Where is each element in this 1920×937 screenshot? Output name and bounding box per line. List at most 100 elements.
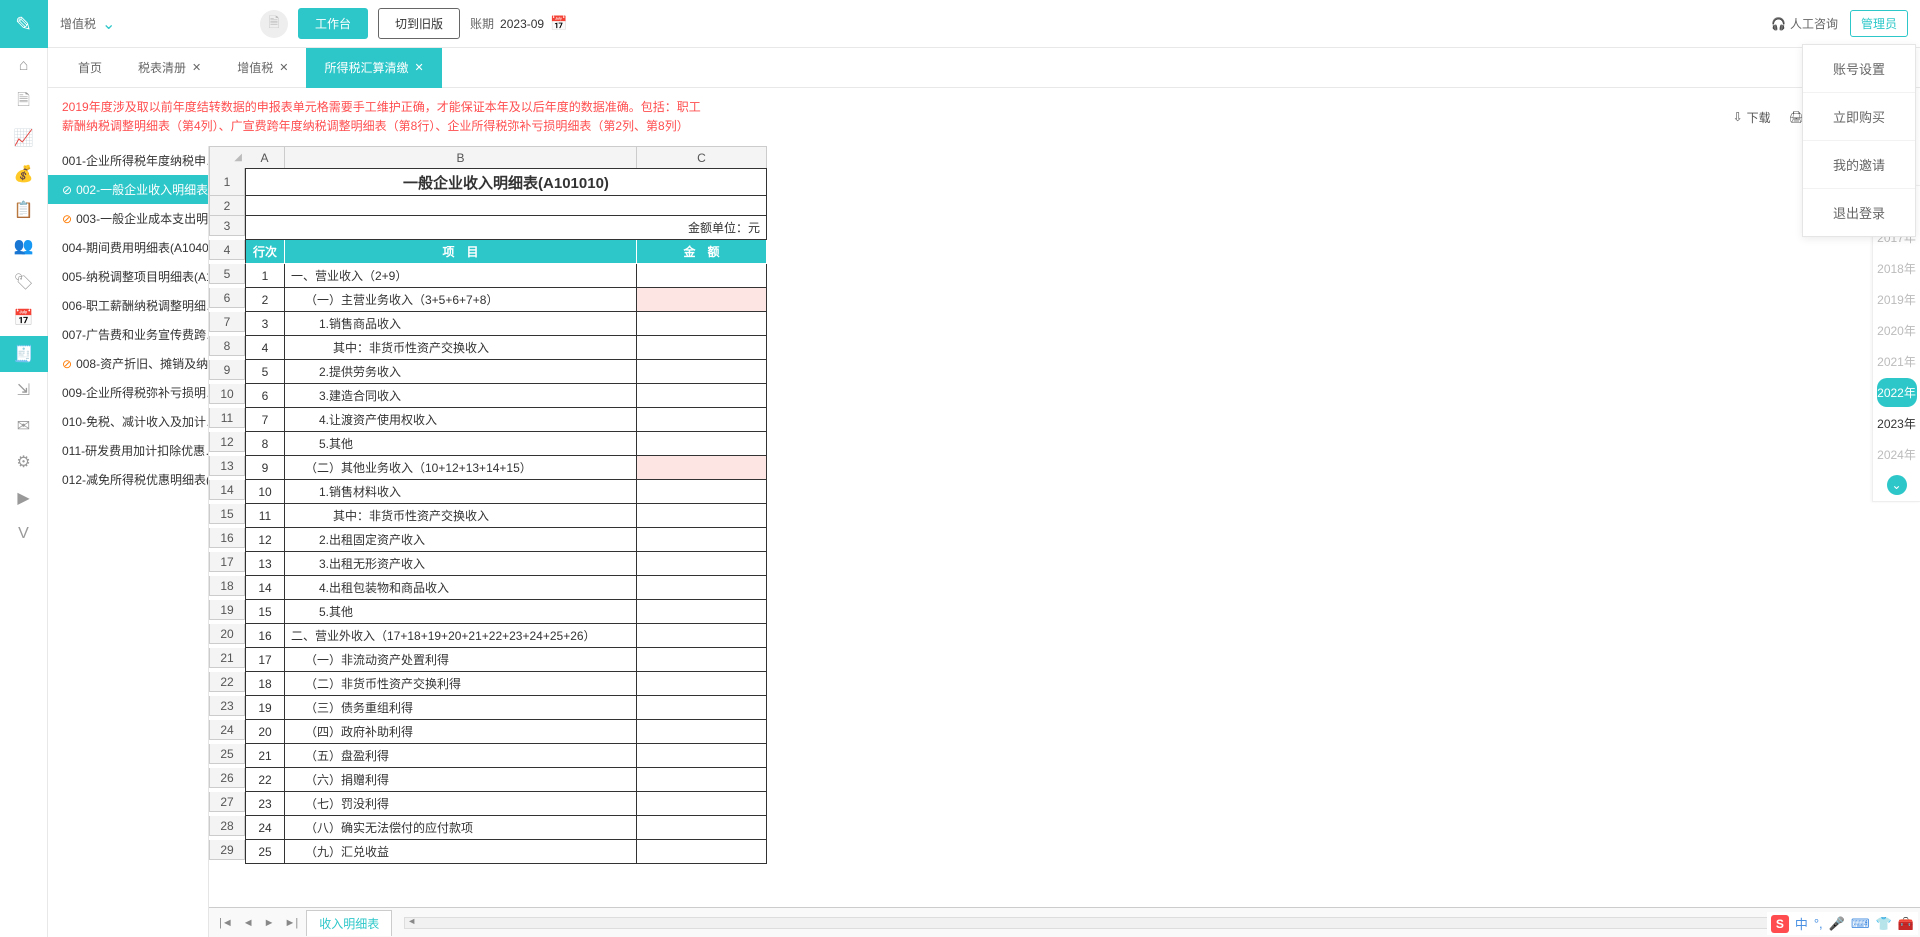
period-picker[interactable]: 账期 2023-09 📅	[470, 15, 568, 32]
cell-item[interactable]: 5.其他	[285, 432, 637, 456]
row-header[interactable]: 9	[209, 360, 245, 380]
row-header[interactable]: 19	[209, 600, 245, 620]
tree-item-8[interactable]: 009-企业所得税弥补亏损明…	[48, 378, 208, 407]
cell-item[interactable]: （七）罚没利得	[285, 792, 637, 816]
cell-item[interactable]: 其中：非货币性资产交换收入	[285, 504, 637, 528]
year-item[interactable]: 2018年	[1877, 254, 1917, 283]
tree-item-11[interactable]: 012-减免所得税优惠明细表(…	[48, 465, 208, 494]
cell-item[interactable]: 5.其他	[285, 600, 637, 624]
nav-stamp-icon[interactable]: 🏷	[0, 264, 48, 300]
cell-rownum[interactable]: 22	[245, 768, 285, 792]
cell-rownum[interactable]: 10	[245, 480, 285, 504]
cell-item[interactable]: （一）主营业务收入（3+5+6+7+8）	[285, 288, 637, 312]
row-header[interactable]: 8	[209, 336, 245, 356]
nav-export-icon[interactable]: ⇲	[0, 372, 48, 408]
cell-item[interactable]: （九）汇兑收益	[285, 840, 637, 864]
nav-inbox-icon[interactable]: ✉	[0, 408, 48, 444]
ime-toolbox-icon[interactable]: 🧰	[1898, 916, 1914, 932]
nav-home-icon[interactable]: ⌂	[0, 48, 48, 84]
nav-clipboard-icon[interactable]: 📋	[0, 192, 48, 228]
row-header[interactable]: 25	[209, 744, 245, 764]
row-header[interactable]: 27	[209, 792, 245, 812]
sheet-tab-active[interactable]: 收入明细表	[306, 910, 392, 936]
admin-menu-item[interactable]: 账号设置	[1803, 45, 1915, 93]
close-icon[interactable]: ✕	[192, 61, 201, 74]
close-icon[interactable]: ✕	[279, 61, 288, 74]
cell-rownum[interactable]: 15	[245, 600, 285, 624]
cell-rownum[interactable]: 25	[245, 840, 285, 864]
sheet-nav[interactable]: |◄◄►►|	[215, 915, 302, 931]
cell-rownum[interactable]: 9	[245, 456, 285, 480]
cell-rownum[interactable]: 24	[245, 816, 285, 840]
tree-item-9[interactable]: 010-免税、减计收入及加计…	[48, 407, 208, 436]
cell-rownum[interactable]: 6	[245, 384, 285, 408]
cell-rownum[interactable]: 14	[245, 576, 285, 600]
tree-item-5[interactable]: 006-职工薪酬纳税调整明细…	[48, 291, 208, 320]
nav-money-icon[interactable]: 💰	[0, 156, 48, 192]
cell-rownum[interactable]: 11	[245, 504, 285, 528]
col-header-B[interactable]: B	[285, 146, 637, 168]
cell-amount[interactable]	[637, 600, 767, 624]
nav-calendar-icon[interactable]: 📅	[0, 300, 48, 336]
cell-amount[interactable]	[637, 768, 767, 792]
cell-item[interactable]: 其中：非货币性资产交换收入	[285, 336, 637, 360]
cell-item[interactable]: 3.建造合同收入	[285, 384, 637, 408]
nav-tax-icon[interactable]: 🧾	[0, 336, 48, 372]
col-header-C[interactable]: C	[637, 146, 767, 168]
tab-0[interactable]: 首页	[60, 48, 120, 88]
cell-amount[interactable]	[637, 576, 767, 600]
cell-amount[interactable]	[637, 552, 767, 576]
cell-amount[interactable]	[637, 792, 767, 816]
cell-item[interactable]: （六）捐赠利得	[285, 768, 637, 792]
cell-amount[interactable]	[637, 336, 767, 360]
admin-menu-item[interactable]: 退出登录	[1803, 189, 1915, 236]
lock-icon[interactable]: 🗎	[260, 10, 288, 38]
cell-amount[interactable]	[637, 624, 767, 648]
year-item[interactable]: 2022年	[1877, 378, 1917, 407]
year-item[interactable]: 2020年	[1877, 316, 1917, 345]
cell-amount[interactable]	[637, 264, 767, 288]
ime-voice-icon[interactable]: 🎤	[1829, 916, 1845, 932]
cell-item[interactable]: 3.出租无形资产收入	[285, 552, 637, 576]
row-header[interactable]: 18	[209, 576, 245, 596]
cell-rownum[interactable]: 21	[245, 744, 285, 768]
row-header[interactable]: 24	[209, 720, 245, 740]
cell-amount[interactable]	[637, 816, 767, 840]
row-header[interactable]: 23	[209, 696, 245, 716]
cell-rownum[interactable]: 2	[245, 288, 285, 312]
cell-amount[interactable]	[637, 384, 767, 408]
cell-rownum[interactable]: 4	[245, 336, 285, 360]
row-header[interactable]: 7	[209, 312, 245, 332]
cell-amount[interactable]	[637, 480, 767, 504]
nav-chart-icon[interactable]: 📈	[0, 120, 48, 156]
tree-item-4[interactable]: 005-纳税调整项目明细表(A1…	[48, 262, 208, 291]
admin-menu-item[interactable]: 我的邀请	[1803, 141, 1915, 189]
year-item[interactable]: 2023年	[1877, 409, 1917, 438]
horizontal-scrollbar[interactable]	[404, 917, 1912, 929]
row-header[interactable]: 5	[209, 264, 245, 284]
cell-item[interactable]: （八）确实无法偿付的应付款项	[285, 816, 637, 840]
row-header[interactable]: 2	[209, 196, 245, 216]
cell-amount[interactable]	[637, 360, 767, 384]
download-button[interactable]: ⇩下载	[1733, 109, 1771, 126]
ime-skin-icon[interactable]: 👕	[1876, 916, 1892, 932]
tree-item-0[interactable]: 001-企业所得税年度纳税申…	[48, 146, 208, 175]
cell-rownum[interactable]: 7	[245, 408, 285, 432]
tree-item-3[interactable]: 004-期间费用明细表(A1040…	[48, 233, 208, 262]
row-header[interactable]: 28	[209, 816, 245, 836]
row-header[interactable]: 10	[209, 384, 245, 404]
cell-rownum[interactable]: 8	[245, 432, 285, 456]
cell-rownum[interactable]: 19	[245, 696, 285, 720]
year-item[interactable]: 2019年	[1877, 285, 1917, 314]
row-header[interactable]: 4	[209, 240, 245, 260]
cell-amount[interactable]	[637, 672, 767, 696]
consult-link[interactable]: 🎧 人工咨询	[1771, 15, 1838, 32]
row-header[interactable]: 29	[209, 840, 245, 860]
ime-lang-icon[interactable]: 中	[1795, 914, 1808, 933]
row-header[interactable]: 15	[209, 504, 245, 524]
cell-rownum[interactable]: 20	[245, 720, 285, 744]
cell-amount[interactable]	[637, 528, 767, 552]
cell-rownum[interactable]: 12	[245, 528, 285, 552]
row-header[interactable]: 13	[209, 456, 245, 476]
tree-item-1[interactable]: ⊘002-一般企业收入明细表(A1…	[48, 175, 208, 204]
